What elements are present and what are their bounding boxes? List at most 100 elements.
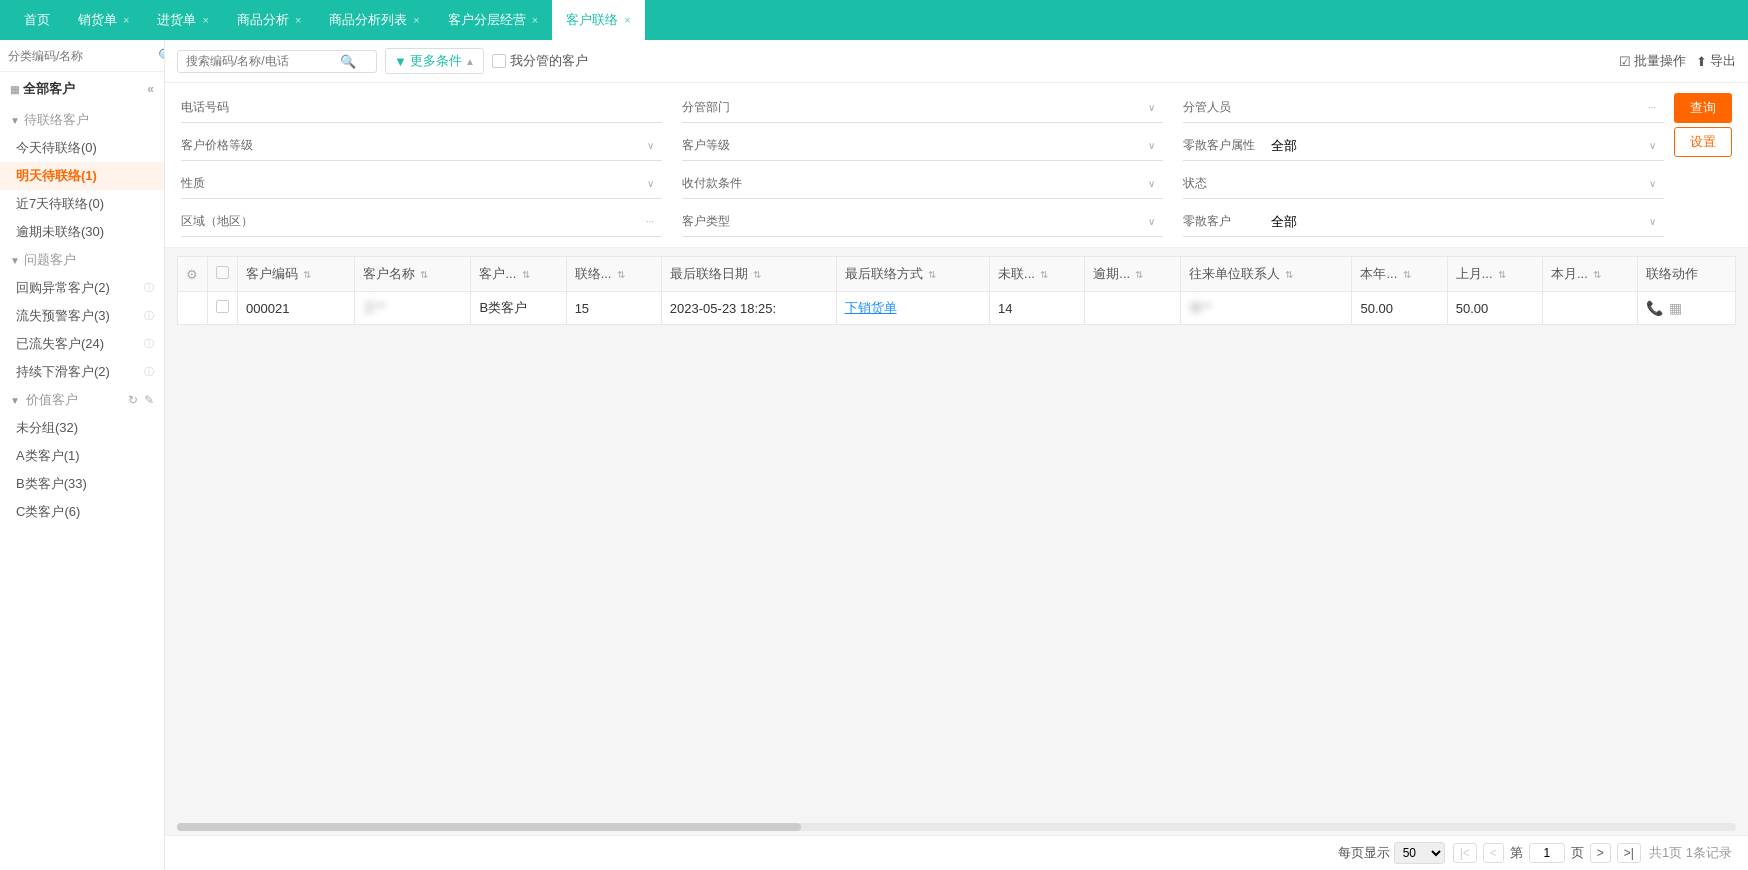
filter-grade: 客户等级 ∨ [682, 131, 1163, 161]
more-filter-button[interactable]: ▼ 更多条件 ▲ [385, 48, 484, 74]
person-input[interactable] [1271, 101, 1648, 115]
sort-icon[interactable]: ⇅ [1593, 269, 1601, 280]
nav-customer-contact[interactable]: 客户联络 × [552, 0, 644, 40]
sort-icon[interactable]: ⇅ [1040, 269, 1048, 280]
query-button[interactable]: 查询 [1674, 93, 1732, 123]
sidebar-search-input[interactable] [8, 49, 158, 63]
sidebar-item-declining[interactable]: 持续下滑客户(2) ⓘ [0, 358, 164, 386]
chevron-down-icon[interactable]: ∨ [1649, 140, 1656, 151]
sort-icon[interactable]: ⇅ [303, 269, 311, 280]
settings-icon[interactable]: ⚙ [186, 267, 198, 282]
sidebar-item-repurchase-anomaly[interactable]: 回购异常客户(2) ⓘ [0, 274, 164, 302]
chevron-down-icon[interactable]: ∨ [1148, 178, 1155, 189]
region-input[interactable] [269, 215, 646, 229]
sort-icon[interactable]: ⇅ [1498, 269, 1506, 280]
page-number-input[interactable] [1529, 843, 1565, 863]
collapse-icon[interactable]: « [147, 82, 154, 96]
next-page-button[interactable]: > [1590, 843, 1611, 863]
checkbox-icon[interactable] [216, 266, 229, 279]
sort-icon[interactable]: ⇅ [1403, 269, 1411, 280]
chevron-down-icon[interactable]: ∨ [1649, 216, 1656, 227]
sort-icon[interactable]: ⇅ [1135, 269, 1143, 280]
person-label: 分管人员 [1183, 99, 1263, 116]
phone-action-icon[interactable]: 📞 [1646, 300, 1663, 316]
first-page-button[interactable]: |< [1453, 843, 1477, 863]
sidebar-item-tomorrow[interactable]: 明天待联络(1) [0, 162, 164, 190]
chevron-down-icon[interactable]: ∨ [647, 140, 654, 151]
page-size-select[interactable]: 50 10 20 100 [1394, 842, 1445, 864]
row-last-method[interactable]: 下销货单 [836, 292, 990, 325]
status-input[interactable] [1271, 177, 1649, 191]
settings-button[interactable]: 设置 [1674, 127, 1732, 157]
dept-input[interactable] [770, 101, 1148, 115]
sidebar-item-7days[interactable]: 近7天待联络(0) [0, 190, 164, 218]
sidebar-item-ungrouped[interactable]: 未分组(32) [0, 414, 164, 442]
nav-customer-tier[interactable]: 客户分层经营 × [434, 0, 552, 40]
batch-operation-button[interactable]: ☑ 批量操作 [1619, 52, 1686, 70]
nav-sales[interactable]: 销货单 × [64, 0, 143, 40]
grid-action-icon[interactable]: ▦ [1669, 300, 1682, 316]
dots-icon[interactable]: ··· [646, 216, 654, 227]
close-icon[interactable]: × [624, 14, 630, 26]
chevron-down-icon[interactable]: ∨ [1649, 178, 1656, 189]
nav-analysis[interactable]: 商品分析 × [223, 0, 315, 40]
last-method-link[interactable]: 下销货单 [845, 300, 897, 315]
phone-input[interactable] [269, 101, 654, 115]
nature-input[interactable] [269, 177, 647, 191]
sidebar-item-churn-warning[interactable]: 流失预警客户(3) ⓘ [0, 302, 164, 330]
nav-home[interactable]: 首页 [10, 0, 64, 40]
phone-input-area [261, 101, 662, 115]
all-customers-title[interactable]: ▦ 全部客户 « [0, 72, 164, 106]
search-icon[interactable]: 🔍 [158, 48, 165, 63]
info-icon: ⓘ [144, 281, 154, 295]
sidebar-item-churned[interactable]: 已流失客户(24) ⓘ [0, 330, 164, 358]
sidebar-item-class-c[interactable]: C类客户(6) [0, 498, 164, 526]
sort-icon[interactable]: ⇅ [753, 269, 761, 280]
my-customers-toggle[interactable]: 我分管的客户 [492, 52, 588, 70]
dept-label: 分管部门 [682, 99, 762, 116]
search-icon[interactable]: 🔍 [340, 54, 356, 69]
sort-icon[interactable]: ⇅ [1285, 269, 1293, 280]
export-button[interactable]: ⬆ 导出 [1696, 52, 1736, 70]
dots-icon[interactable]: ··· [1648, 102, 1656, 113]
chevron-down-icon[interactable]: ∨ [1148, 102, 1155, 113]
info-icon: ⓘ [144, 337, 154, 351]
nav-purchase[interactable]: 进货单 × [143, 0, 222, 40]
sidebar-item-class-a[interactable]: A类客户(1) [0, 442, 164, 470]
sidebar-item-overdue[interactable]: 逾期未联络(30) [0, 218, 164, 246]
col-header-settings[interactable]: ⚙ [178, 257, 208, 292]
sidebar-item-today[interactable]: 今天待联络(0) [0, 134, 164, 162]
chevron-down-icon[interactable]: ∨ [1148, 216, 1155, 227]
close-icon[interactable]: × [532, 14, 538, 26]
chevron-down-icon[interactable]: ∨ [1148, 140, 1155, 151]
col-header-last-month: 上月... ⇅ [1447, 257, 1542, 292]
sort-icon[interactable]: ⇅ [420, 269, 428, 280]
chevron-down-icon[interactable]: ∨ [647, 178, 654, 189]
edit-icon[interactable]: ✎ [144, 393, 154, 407]
scrollbar-thumb[interactable] [177, 823, 801, 831]
close-icon[interactable]: × [123, 14, 129, 26]
horizontal-scrollbar[interactable] [165, 819, 1748, 835]
payment-input[interactable] [770, 177, 1148, 191]
prev-page-button[interactable]: < [1483, 843, 1504, 863]
sidebar-item-class-b[interactable]: B类客户(33) [0, 470, 164, 498]
checkbox-icon[interactable] [216, 300, 229, 313]
nav-analysis-list[interactable]: 商品分析列表 × [315, 0, 433, 40]
sort-icon[interactable]: ⇅ [522, 269, 530, 280]
search-input[interactable] [186, 54, 336, 68]
last-page-button[interactable]: >| [1617, 843, 1641, 863]
customer-name-blurred: 王** [363, 300, 386, 315]
close-icon[interactable]: × [295, 14, 301, 26]
row-checkbox[interactable] [208, 292, 238, 325]
close-icon[interactable]: × [202, 14, 208, 26]
refresh-icon[interactable]: ↻ [128, 393, 138, 407]
sort-icon[interactable]: ⇅ [617, 269, 625, 280]
dept-select-area: ∨ [762, 101, 1163, 115]
price-level-input[interactable] [269, 139, 647, 153]
close-icon[interactable]: × [413, 14, 419, 26]
customer-type-input[interactable] [770, 215, 1148, 229]
col-header-checkbox[interactable] [208, 257, 238, 292]
checkbox-icon[interactable] [492, 54, 506, 68]
sort-icon[interactable]: ⇅ [928, 269, 936, 280]
grade-input[interactable] [770, 139, 1148, 153]
